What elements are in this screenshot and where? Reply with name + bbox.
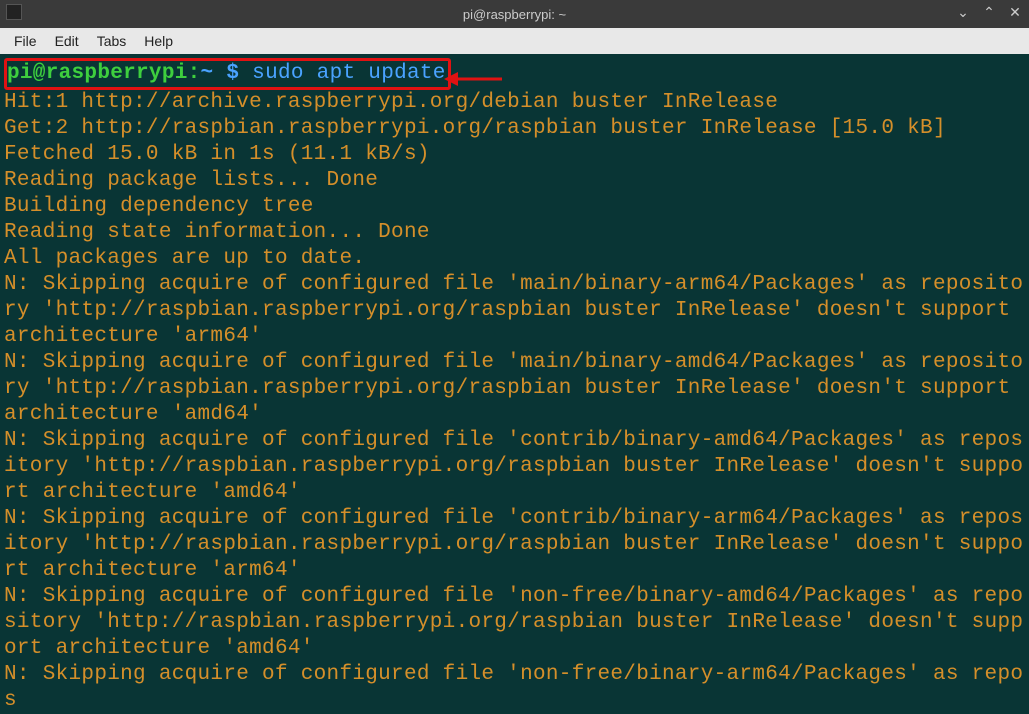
- menubar: File Edit Tabs Help: [0, 28, 1029, 54]
- terminal-output-line: Fetched 15.0 kB in 1s (11.1 kB/s): [4, 142, 1025, 168]
- maximize-icon[interactable]: ⌃: [981, 4, 997, 21]
- window-titlebar: pi@raspberrypi: ~ ⌄ ⌃ ✕: [0, 0, 1029, 28]
- prompt-dollar: $: [226, 62, 252, 85]
- annotation-arrow-icon: [444, 66, 504, 92]
- prompt-colon: :: [188, 62, 201, 85]
- terminal-output-line: N: Skipping acquire of configured file '…: [4, 428, 1025, 506]
- terminal-output-line: Building dependency tree: [4, 194, 1025, 220]
- prompt-command: sudo apt update: [252, 62, 446, 85]
- prompt-user-host: pi@raspberrypi: [7, 62, 188, 85]
- menu-edit[interactable]: Edit: [47, 31, 87, 51]
- window-title: pi@raspberrypi: ~: [463, 7, 566, 22]
- terminal-output-line: N: Skipping acquire of configured file '…: [4, 584, 1025, 662]
- prompt-path: ~: [201, 62, 227, 85]
- minimize-icon[interactable]: ⌄: [955, 4, 971, 21]
- terminal-output-line: N: Skipping acquire of configured file '…: [4, 272, 1025, 350]
- terminal-output-line: N: Skipping acquire of configured file '…: [4, 350, 1025, 428]
- terminal-output-line: Reading state information... Done: [4, 220, 1025, 246]
- menu-tabs[interactable]: Tabs: [89, 31, 135, 51]
- command-highlight-box: pi@raspberrypi:~ $ sudo apt update: [4, 58, 451, 90]
- terminal-output-line: Get:2 http://raspbian.raspberrypi.org/ra…: [4, 116, 1025, 142]
- terminal-output-line: Reading package lists... Done: [4, 168, 1025, 194]
- close-icon[interactable]: ✕: [1007, 4, 1023, 21]
- terminal-output-line: N: Skipping acquire of configured file '…: [4, 506, 1025, 584]
- terminal-output-line: Hit:1 http://archive.raspberrypi.org/deb…: [4, 90, 1025, 116]
- menu-help[interactable]: Help: [136, 31, 181, 51]
- terminal-viewport[interactable]: pi@raspberrypi:~ $ sudo apt update Hit:1…: [0, 54, 1029, 670]
- menu-file[interactable]: File: [6, 31, 45, 51]
- terminal-output-line: All packages are up to date.: [4, 246, 1025, 272]
- app-icon: [6, 4, 22, 20]
